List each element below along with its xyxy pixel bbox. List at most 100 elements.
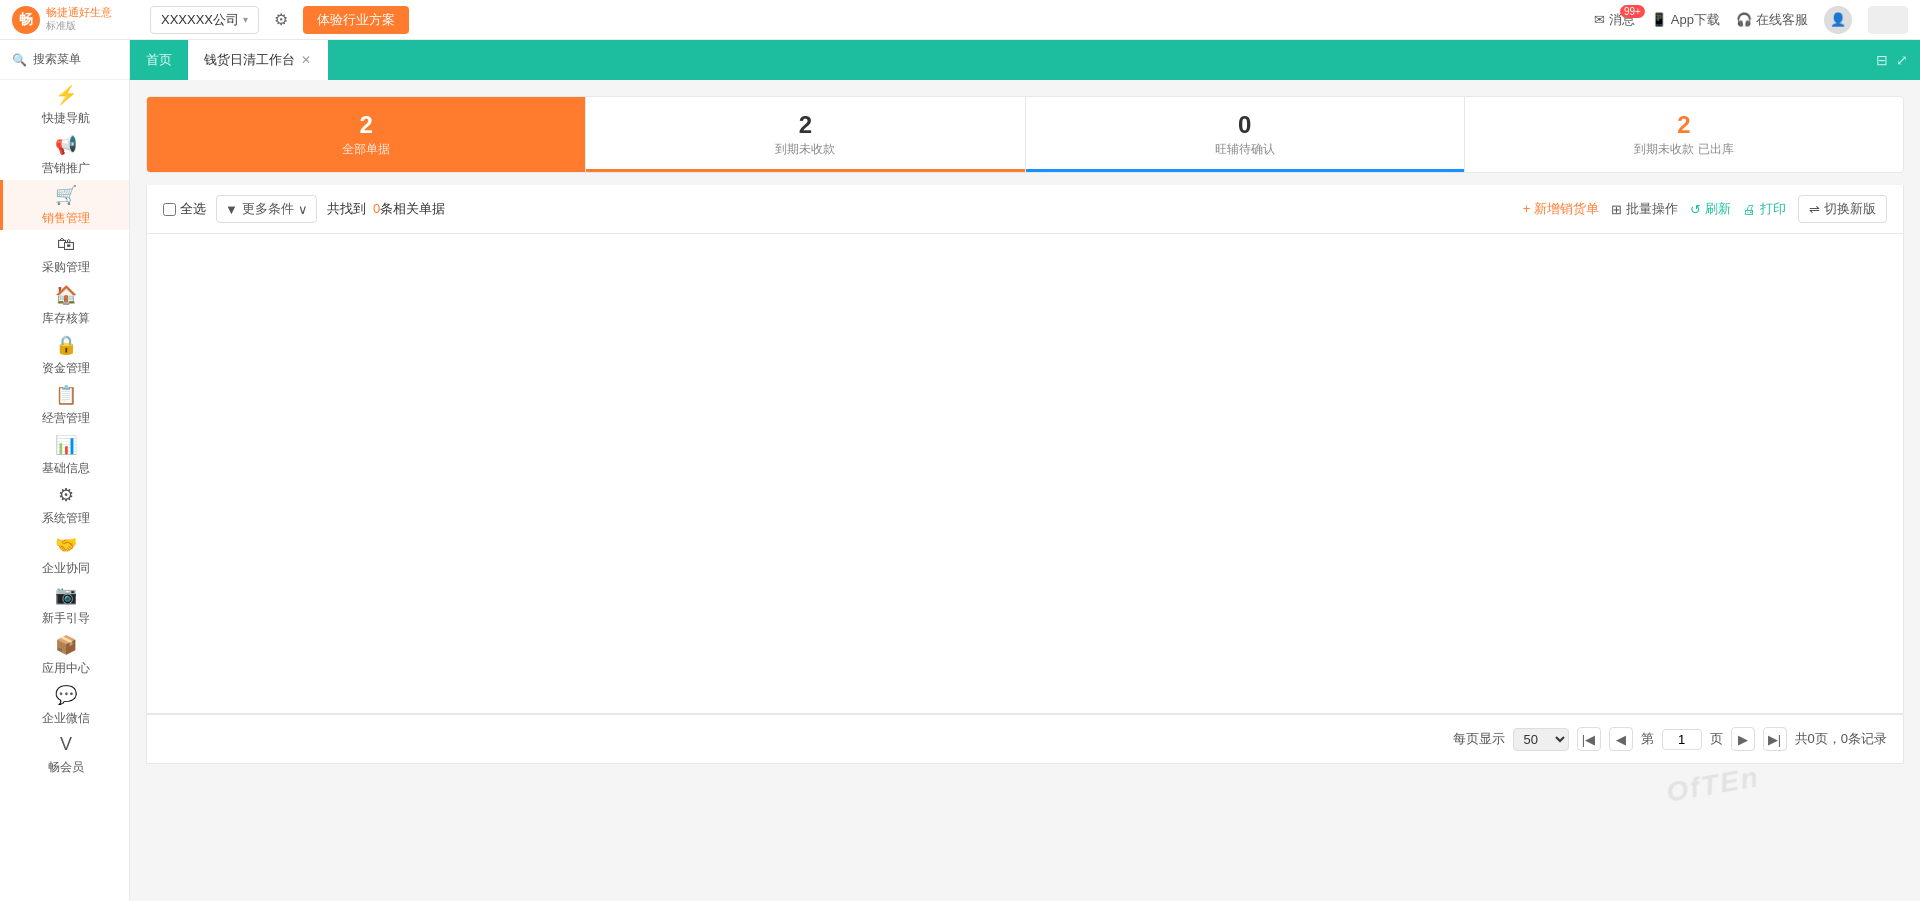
logo-sub: 标准版 [46,19,112,33]
avatar[interactable]: 👤 [1824,6,1852,34]
house-icon: 🏠 [55,284,77,306]
sidebar-item-guide[interactable]: 📷 新手引导 [0,580,129,630]
bag-icon: 🛍 [57,234,75,255]
filter-icon: ▼ [225,202,238,217]
header-right: ✉ 消息 99+ 📱 App下载 🎧 在线客服 👤 [1594,6,1908,34]
card-all-label: 全部单据 [163,141,569,158]
user-icon: 👤 [1830,12,1846,27]
sidebar-item-marketing[interactable]: 📢 营销推广 [0,130,129,180]
search-menu-item[interactable]: 🔍 搜索菜单 [0,40,129,80]
mobile-icon: 📱 [1651,12,1667,27]
expand-icon[interactable]: ⤢ [1896,52,1908,68]
nav-actions: ⊟ ⤢ [1876,52,1920,68]
card-shipped-count: 2 [1481,111,1887,139]
sidebar-item-inventory[interactable]: 🏠 库存核算 [0,280,129,330]
card-pending-count: 0 [1042,111,1448,139]
sidebar-item-enterprise[interactable]: 🤝 企业协同 [0,530,129,580]
print-button[interactable]: 🖨 打印 [1743,200,1786,218]
gear-icon: ⚙ [274,10,288,29]
switch-icon: ⇌ [1809,202,1820,217]
company-name: XXXXXX公司 [161,11,239,29]
megaphone-icon: 📢 [55,134,77,156]
chat-icon: 💬 [55,684,77,706]
summary-card-all[interactable]: 2 全部单据 [147,97,586,172]
per-page-label: 每页显示 [1453,730,1505,748]
cart-icon: 🛒 [55,184,77,206]
guide-icon: 📷 [55,584,77,606]
logo-text: 畅捷通好生意 [46,6,112,19]
print-icon: 🖨 [1743,202,1756,217]
message-button[interactable]: ✉ 消息 99+ [1594,11,1635,29]
lightning-icon: ⚡ [55,84,77,106]
chevron-filter-icon: ∨ [298,202,308,217]
minimize-icon[interactable]: ⊟ [1876,52,1888,68]
page-suffix: 页 [1710,730,1723,748]
select-all-input[interactable] [163,203,176,216]
select-all-checkbox[interactable]: 全选 [163,200,206,218]
page-input[interactable] [1662,729,1702,750]
sidebar-item-basic[interactable]: 📊 基础信息 [0,430,129,480]
system-icon: ⚙ [58,484,74,506]
card-overdue-count: 2 [602,111,1008,139]
top-header: 畅 畅捷通好生意 标准版 XXXXXX公司 ▾ ⚙ 体验行业方案 ✉ 消息 99… [0,0,1920,40]
settings-button[interactable]: ⚙ [267,6,295,34]
batch-button[interactable]: ⊞ 批量操作 [1611,200,1678,218]
summary-card-shipped[interactable]: 2 到期未收款 已出库 [1465,97,1903,172]
sidebar-item-sales[interactable]: 🛒 销售管理 [0,180,129,230]
found-text: 共找到 0条相关单据 [327,200,445,218]
main-content: 2 全部单据 2 到期未收款 0 旺辅待确认 2 到期未收款 已出库 全选 ▼ … [130,80,1920,901]
tab-close-icon[interactable]: ✕ [301,53,311,67]
nav-tabs: 首页 钱货日清工作台 ✕ ⊟ ⤢ [130,40,1920,80]
sidebar-item-app-center[interactable]: 📦 应用中心 [0,630,129,680]
prev-page-button[interactable]: ◀ [1609,727,1633,751]
per-page-select[interactable]: 50 100 200 [1513,728,1569,751]
batch-icon: ⊞ [1611,202,1622,217]
logo-area: 畅 畅捷通好生意 标准版 [12,6,142,34]
sidebar-item-wechat[interactable]: 💬 企业微信 [0,680,129,730]
handshake-icon: 🤝 [55,534,77,556]
toolbar: 全选 ▼ 更多条件 ∨ 共找到 0条相关单据 + 新增销货单 ⊞ 批量操作 ↺ … [146,185,1904,234]
card-pending-label: 旺辅待确认 [1042,141,1448,158]
add-sale-button[interactable]: + 新增销货单 [1523,200,1599,218]
vip-icon: V [60,734,72,755]
sidebar: 🔍 搜索菜单 ⚡ 快捷导航 📢 营销推广 🛒 销售管理 🛍 采购管理 🏠 库存核… [0,40,130,901]
app-download-button[interactable]: 📱 App下载 [1651,11,1720,29]
user-menu[interactable] [1868,6,1908,34]
first-page-button[interactable]: |◀ [1577,727,1601,751]
total-pages: 共0页，0条记录 [1795,730,1887,748]
sidebar-item-purchase[interactable]: 🛍 采购管理 [0,230,129,280]
sidebar-item-finance[interactable]: 🔒 资金管理 [0,330,129,380]
summary-cards: 2 全部单据 2 到期未收款 0 旺辅待确认 2 到期未收款 已出库 [146,96,1904,173]
sidebar-item-system[interactable]: ⚙ 系统管理 [0,480,129,530]
switch-version-button[interactable]: ⇌ 切换新版 [1798,195,1887,223]
chevron-down-icon: ▾ [243,14,248,25]
refresh-button[interactable]: ↺ 刷新 [1690,200,1731,218]
headset-icon: 🎧 [1736,12,1752,27]
card-shipped-label: 到期未收款 已出库 [1481,141,1887,158]
lock-icon: 🔒 [55,334,77,356]
page-label: 第 [1641,730,1654,748]
sidebar-item-quick-nav[interactable]: ⚡ 快捷导航 [0,80,129,130]
toolbar-right: + 新增销货单 ⊞ 批量操作 ↺ 刷新 🖨 打印 ⇌ 切换新版 [1523,195,1887,223]
online-service-button[interactable]: 🎧 在线客服 [1736,11,1808,29]
tab-home[interactable]: 首页 [130,40,188,80]
sidebar-item-operation[interactable]: 📋 经营管理 [0,380,129,430]
trial-button[interactable]: 体验行业方案 [303,6,409,34]
message-icon: ✉ [1594,12,1605,27]
message-badge: 99+ [1620,5,1645,18]
filter-button[interactable]: ▼ 更多条件 ∨ [216,195,317,223]
clipboard-icon: 📋 [55,384,77,406]
search-icon: 🔍 [12,53,27,67]
card-overdue-label: 到期未收款 [602,141,1008,158]
grid-icon: 📊 [55,434,77,456]
refresh-icon: ↺ [1690,202,1701,217]
next-page-button[interactable]: ▶ [1731,727,1755,751]
sidebar-item-member[interactable]: V 畅会员 [0,730,129,780]
card-underline-orange [586,169,1024,172]
company-selector[interactable]: XXXXXX公司 ▾ [150,6,259,34]
summary-card-pending[interactable]: 0 旺辅待确认 [1026,97,1465,172]
summary-card-overdue[interactable]: 2 到期未收款 [586,97,1025,172]
pagination: 每页显示 50 100 200 |◀ ◀ 第 页 ▶ ▶| 共0页，0条记录 [146,714,1904,764]
tab-workbench[interactable]: 钱货日清工作台 ✕ [188,40,328,80]
last-page-button[interactable]: ▶| [1763,727,1787,751]
